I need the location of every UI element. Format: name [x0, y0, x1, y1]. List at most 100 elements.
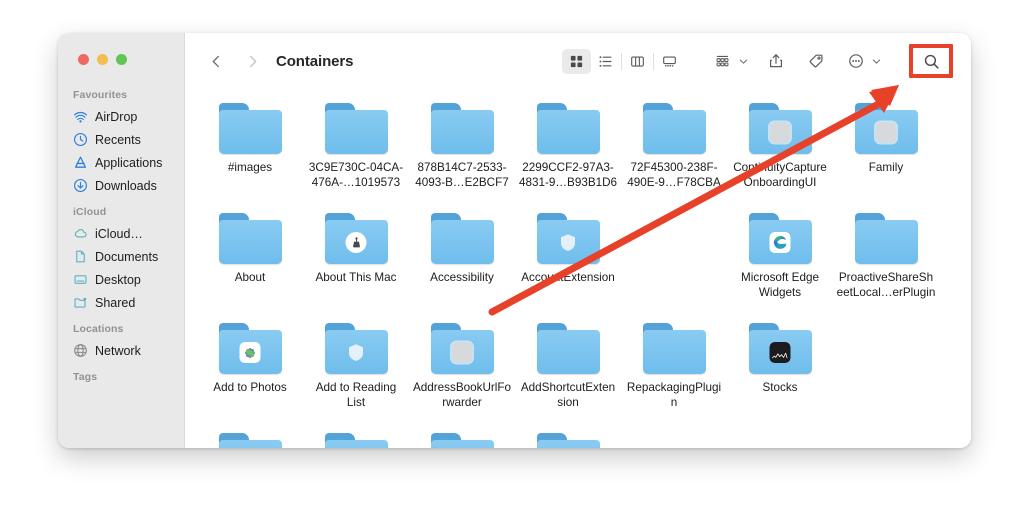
group-by-control[interactable] [708, 49, 750, 74]
sidebar-item-desktop[interactable]: Desktop [58, 268, 184, 291]
column-view-button[interactable] [623, 49, 652, 74]
photos-icon [239, 342, 261, 363]
file-label: Add to Reading List [315, 381, 397, 409]
file-label: AccountExtension [521, 271, 615, 284]
file-item[interactable]: ContinuityCaptureOnboardingUI [727, 99, 833, 209]
file-item[interactable]: AccountExtension [515, 209, 621, 319]
sidebar-item-icloud-drive[interactable]: iCloud… [58, 222, 184, 245]
file-label: AddShortcutExtension [520, 381, 616, 409]
toolbar-divider [653, 52, 654, 70]
microsoft-edge-icon [769, 232, 791, 253]
applications-icon [73, 155, 88, 170]
airdrop-icon [73, 109, 88, 124]
tag-button[interactable] [801, 49, 830, 74]
sidebar-item-network[interactable]: Network [58, 339, 184, 362]
desktop-icon [73, 272, 88, 287]
folder-icon [536, 323, 600, 374]
file-item[interactable]: AddressBookUrlForwarder [409, 319, 515, 429]
share-button[interactable] [761, 49, 790, 74]
list-view-button[interactable] [591, 49, 620, 74]
file-label: 3C9E730C-04CA-476A-…1019573 [308, 161, 404, 189]
file-label: Family [868, 161, 904, 174]
file-label: About [234, 271, 266, 284]
sidebar-item-shared[interactable]: Shared [58, 291, 184, 314]
icon-view-button[interactable] [562, 48, 591, 74]
folder-icon [854, 213, 918, 264]
app-badge-icon [451, 342, 473, 363]
file-item[interactable]: Family [833, 99, 939, 209]
sidebar-item-downloads[interactable]: Downloads [58, 174, 184, 197]
close-button[interactable] [78, 54, 89, 65]
gallery-view-button[interactable] [655, 49, 684, 74]
file-item[interactable]: 72F45300-238F-490E-9…F78CBA [621, 99, 727, 209]
file-item[interactable]: 3C9E730C-04CA-476A-…1019573 [303, 99, 409, 209]
file-grid: #images 3C9E730C-04CA-476A-…1019573 878B… [185, 89, 971, 448]
file-item[interactable]: Add to Reading List [303, 319, 409, 429]
file-grid-container[interactable]: #images 3C9E730C-04CA-476A-…1019573 878B… [185, 89, 971, 448]
sidebar-section-favourites: Favourites [73, 89, 128, 101]
finder-window: Favourites AirDrop Recents Applications [58, 33, 971, 448]
sidebar-section-tags: Tags [73, 371, 98, 383]
shield-badge-icon [558, 232, 579, 253]
chevron-down-icon[interactable] [737, 49, 750, 74]
shared-folder-icon [73, 295, 88, 310]
search-button[interactable] [909, 44, 953, 78]
sidebar-item-label: AirDrop [95, 109, 138, 124]
file-item[interactable] [303, 429, 409, 448]
file-item[interactable]: Stocks [727, 319, 833, 429]
sidebar-item-documents[interactable]: Documents [58, 245, 184, 268]
sidebar-item-airdrop[interactable]: AirDrop [58, 105, 184, 128]
file-item[interactable]: Microsoft Edge Widgets [727, 209, 833, 319]
sidebar-section-locations: Locations [73, 323, 124, 335]
sidebar-item-recents[interactable]: Recents [58, 128, 184, 151]
chevron-down-icon[interactable] [870, 49, 883, 74]
folder-icon [748, 103, 812, 154]
about-this-mac-icon [345, 232, 367, 253]
toolbar: Containers [185, 33, 971, 89]
sidebar-item-label: Recents [95, 132, 141, 147]
file-item[interactable]: About [197, 209, 303, 319]
file-label: 72F45300-238F-490E-9…F78CBA [627, 161, 721, 189]
file-label: 2299CCF2-97A3-4831-9…B93B1D6 [518, 161, 618, 189]
folder-icon [218, 103, 282, 154]
more-ellipsis-icon[interactable] [841, 49, 870, 74]
sidebar-section-icloud: iCloud [73, 206, 107, 218]
file-item[interactable] [197, 429, 303, 448]
file-label: Add to Photos [213, 381, 287, 394]
file-item[interactable]: About This Mac [303, 209, 409, 319]
group-by-icon[interactable] [708, 49, 737, 74]
more-control[interactable] [841, 49, 883, 74]
file-item[interactable]: #images [197, 99, 303, 209]
file-item[interactable]: AddShortcutExtension [515, 319, 621, 429]
sidebar-item-label: Downloads [95, 178, 157, 193]
folder-icon [642, 323, 706, 374]
sidebar-item-label: iCloud… [95, 226, 143, 241]
file-item[interactable]: RepackagingPlugin [621, 319, 727, 429]
file-item[interactable]: Add to Photos [197, 319, 303, 429]
app-badge-icon [769, 122, 791, 143]
folder-icon [642, 103, 706, 154]
app-badge-icon [875, 122, 897, 143]
downloads-icon [73, 178, 88, 193]
window-controls [78, 54, 127, 65]
file-item[interactable]: 2299CCF2-97A3-4831-9…B93B1D6 [515, 99, 621, 209]
maximize-button[interactable] [116, 54, 127, 65]
file-item[interactable]: 878B14C7-2533-4093-B…E2BCF7 [409, 99, 515, 209]
page-title: Containers [276, 52, 354, 70]
cloud-icon [73, 226, 88, 241]
file-item[interactable]: Accessibility [409, 209, 515, 319]
file-item[interactable] [515, 429, 621, 448]
shield-badge-icon [346, 342, 367, 363]
forward-button[interactable] [239, 48, 265, 74]
minimize-button[interactable] [97, 54, 108, 65]
file-item[interactable] [409, 429, 515, 448]
file-label: AddressBookUrlForwarder [412, 381, 512, 409]
file-label: #images [227, 161, 273, 174]
back-button[interactable] [203, 48, 229, 74]
folder-icon [536, 213, 600, 264]
folder-icon [854, 103, 918, 154]
file-item[interactable]: ProactiveShareSheetLocal…erPlugin [833, 209, 939, 319]
sidebar-item-applications[interactable]: Applications [58, 151, 184, 174]
file-label: ProactiveShareSheetLocal…erPlugin [836, 271, 936, 299]
folder-icon [536, 103, 600, 154]
